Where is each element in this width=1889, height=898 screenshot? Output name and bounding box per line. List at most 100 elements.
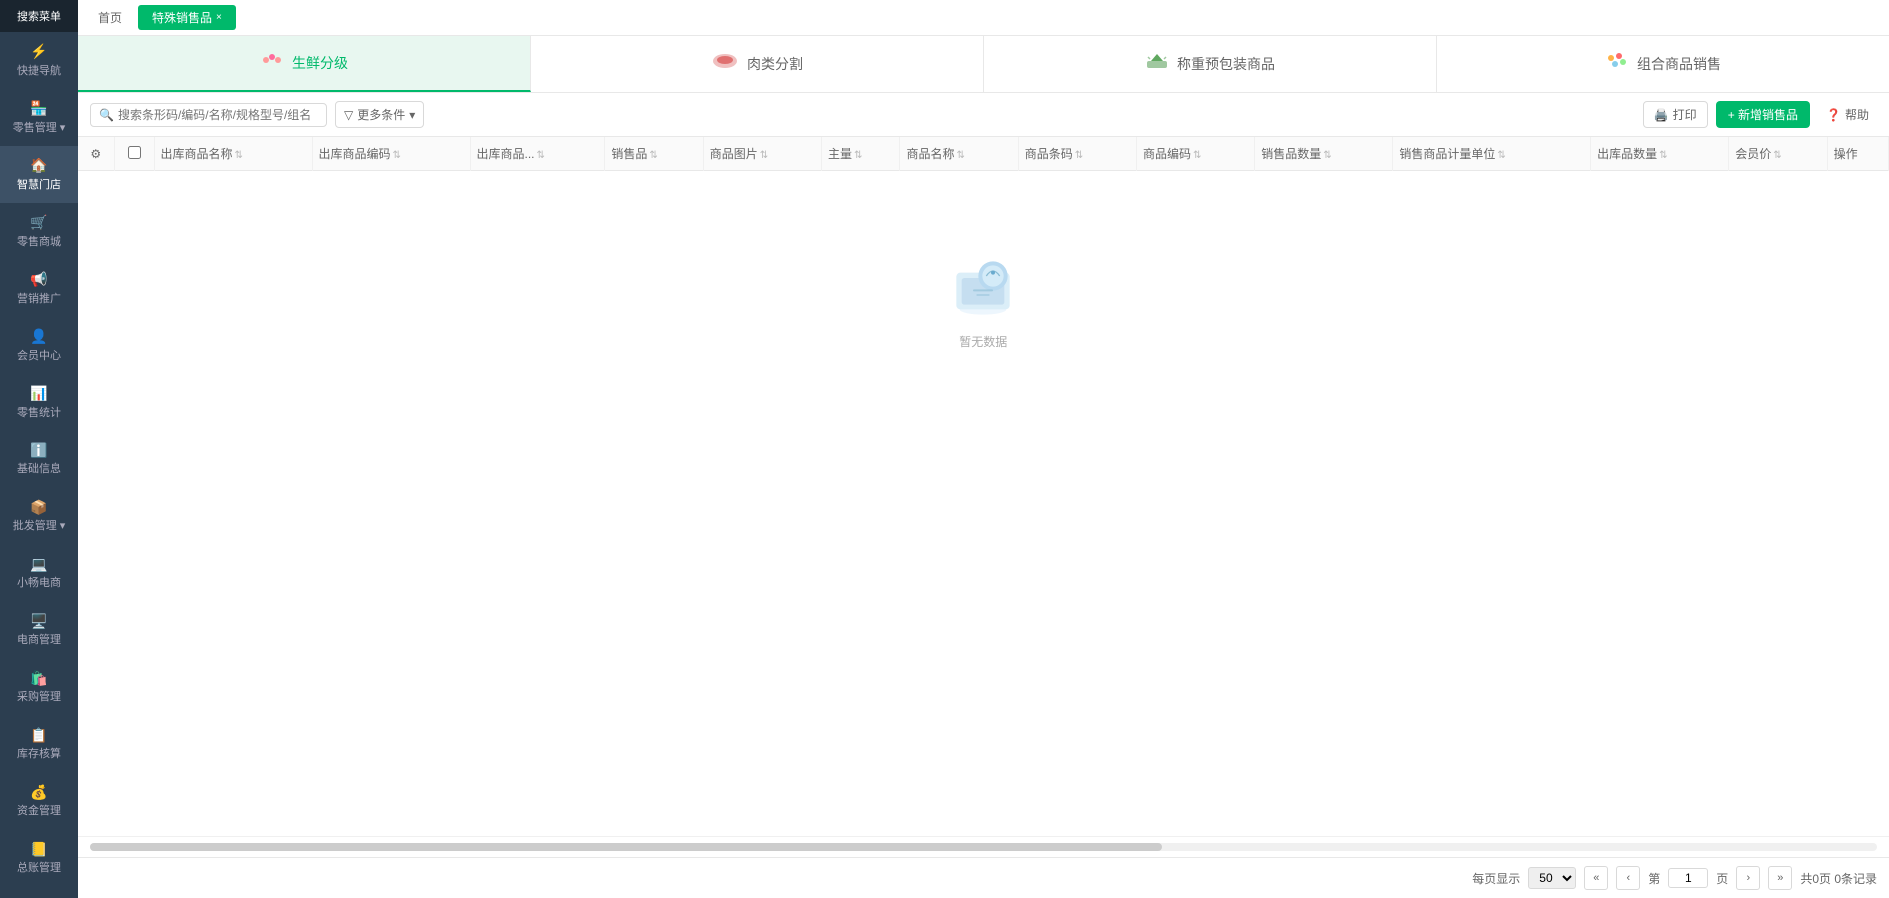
prev-page-button[interactable]: ‹ xyxy=(1616,866,1640,890)
sidebar-item-inventory[interactable]: 📋 库存核算 xyxy=(0,716,78,773)
sidebar-item-purchase[interactable]: 🛍️ 采购管理 xyxy=(0,659,78,716)
sidebar-item-finance[interactable]: 💰 资金管理 xyxy=(0,773,78,830)
search-box[interactable]: 🔍 xyxy=(90,103,327,127)
th-goods-name-label: 商品名称 xyxy=(906,147,954,161)
sidebar-item-basic[interactable]: ℹ️ 基础信息 xyxy=(0,431,78,488)
empty-icon xyxy=(943,251,1023,321)
sort-icon-6: ⇅ xyxy=(956,150,964,161)
sidebar-item-member[interactable]: 👤 会员中心 xyxy=(0,317,78,374)
cat-tab-meat-label: 肉类分割 xyxy=(747,54,803,74)
th-checkbox[interactable] xyxy=(114,137,154,171)
th-main-qty[interactable]: 主量⇅ xyxy=(821,137,900,171)
th-product-code[interactable]: 出库商品编码⇅ xyxy=(312,137,470,171)
th-sale-unit[interactable]: 销售商品计量单位⇅ xyxy=(1393,137,1591,171)
th-sale-qty[interactable]: 销售品数量⇅ xyxy=(1255,137,1393,171)
sidebar-item-smart-store[interactable]: 🏠 智慧门店 xyxy=(0,146,78,203)
th-sale-qty-label: 销售品数量 xyxy=(1261,147,1321,161)
sort-icon-4: ⇅ xyxy=(760,150,768,161)
ledger-icon: 📒 xyxy=(4,840,74,860)
th-member-price[interactable]: 会员价⇅ xyxy=(1729,137,1827,171)
empty-state: 暂无数据 xyxy=(78,171,1889,430)
meat-icon xyxy=(711,51,739,77)
scroll-track xyxy=(90,843,1877,851)
filter-label: 更多条件 xyxy=(357,106,405,123)
th-product-name[interactable]: 出库商品名称⇅ xyxy=(154,137,312,171)
th-action-label: 操作 xyxy=(1834,147,1858,161)
last-page-button[interactable]: » xyxy=(1768,866,1792,890)
weight-icon xyxy=(1145,51,1169,77)
cat-tab-weight[interactable]: 称重预包装商品 xyxy=(984,36,1437,92)
help-button[interactable]: ❓ 帮助 xyxy=(1818,102,1877,127)
mall-icon: 🛒 xyxy=(4,213,74,233)
home-breadcrumb[interactable]: 首页 xyxy=(90,9,130,26)
th-image[interactable]: 商品图片⇅ xyxy=(703,137,821,171)
topbar: 首页 特殊销售品 × xyxy=(78,0,1889,36)
th-sale-unit-label: 销售商品计量单位 xyxy=(1399,147,1495,161)
sort-icon-12: ⇅ xyxy=(1773,150,1781,161)
sidebar-item-marketing[interactable]: 📢 营销推广 xyxy=(0,260,78,317)
basic-icon: ℹ️ xyxy=(4,441,74,461)
sort-icon-5: ⇅ xyxy=(854,150,862,161)
sidebar-item-quick-nav[interactable]: ⚡ 快捷导航 xyxy=(0,32,78,89)
sidebar-item-ledger[interactable]: 📒 总账管理 xyxy=(0,830,78,887)
th-product-name-label: 出库商品名称 xyxy=(161,147,233,161)
th-outbound-qty[interactable]: 出库品数量⇅ xyxy=(1591,137,1729,171)
scroll-thumb xyxy=(90,843,1162,851)
sort-icon-10: ⇅ xyxy=(1497,150,1505,161)
ecommerce-small-icon: 💻 xyxy=(4,555,74,575)
sidebar-item-stats[interactable]: 📊 零售统计 xyxy=(0,374,78,431)
add-product-button[interactable]: + 新增销售品 xyxy=(1716,101,1810,128)
sort-icon-1: ⇅ xyxy=(393,150,401,161)
search-icon: 🔍 xyxy=(99,108,114,122)
th-barcode[interactable]: 商品条码⇅ xyxy=(1018,137,1136,171)
th-barcode-label: 商品条码 xyxy=(1025,147,1073,161)
th-sale-product[interactable]: 销售品⇅ xyxy=(605,137,703,171)
marketing-icon: 📢 xyxy=(4,270,74,290)
sidebar-item-retail[interactable]: 🏪 零售管理 ▾ xyxy=(0,89,78,146)
toolbar-right: 🖨️ 打印 + 新增销售品 ❓ 帮助 xyxy=(1643,101,1877,128)
ecommerce-icon: 🖥️ xyxy=(4,612,74,632)
sidebar-item-invoice[interactable]: 🧾 发票管理 xyxy=(0,887,78,898)
th-product-spec-label: 出库商品... xyxy=(477,147,535,161)
select-all-checkbox[interactable] xyxy=(128,146,141,159)
sidebar-item-ecommerce-small[interactable]: 💻 小畅电商 xyxy=(0,545,78,602)
table-body: 暂无数据 xyxy=(78,171,1889,431)
sidebar-logo[interactable]: 搜索菜单 xyxy=(0,0,78,32)
help-icon: ❓ xyxy=(1826,108,1841,122)
per-page-select[interactable]: 50 xyxy=(1528,867,1576,889)
member-icon: 👤 xyxy=(4,327,74,347)
sidebar-item-ecommerce[interactable]: 🖥️ 电商管理 xyxy=(0,602,78,659)
filter-arrow-icon: ▾ xyxy=(409,108,415,122)
data-table: ⚙ 出库商品名称⇅ 出库商品编码⇅ 出库商品...⇅ 销售品⇅ 商品图片⇅ 主量… xyxy=(78,137,1889,430)
th-goods-code-label: 商品编码 xyxy=(1143,147,1191,161)
th-image-label: 商品图片 xyxy=(710,147,758,161)
page-number-input[interactable] xyxy=(1668,868,1708,888)
page-prefix-label: 第 xyxy=(1648,870,1660,887)
finance-icon: 💰 xyxy=(4,783,74,803)
cat-tab-fresh-label: 生鲜分级 xyxy=(292,53,348,73)
total-label: 共0页 0条记录 xyxy=(1800,870,1877,887)
th-goods-code[interactable]: 商品编码⇅ xyxy=(1136,137,1254,171)
inventory-icon: 📋 xyxy=(4,726,74,746)
th-product-spec[interactable]: 出库商品...⇅ xyxy=(470,137,605,171)
close-tab-button[interactable]: × xyxy=(216,12,222,23)
toolbar: 🔍 ▽ 更多条件 ▾ 🖨️ 打印 + 新增销售品 ❓ xyxy=(78,93,1889,137)
first-page-button[interactable]: « xyxy=(1584,866,1608,890)
cat-tab-fresh[interactable]: 生鲜分级 xyxy=(78,36,531,92)
search-input[interactable] xyxy=(118,108,318,122)
cat-tab-combo[interactable]: 组合商品销售 xyxy=(1437,36,1889,92)
sidebar-item-mall[interactable]: 🛒 零售商城 xyxy=(0,203,78,260)
printer-icon: 🖨️ xyxy=(1654,108,1669,122)
sidebar-item-wholesale[interactable]: 📦 批发管理 ▾ xyxy=(0,488,78,545)
cat-tab-meat[interactable]: 肉类分割 xyxy=(531,36,984,92)
print-button[interactable]: 🖨️ 打印 xyxy=(1643,101,1708,128)
next-page-button[interactable]: › xyxy=(1736,866,1760,890)
th-main-qty-label: 主量 xyxy=(828,147,852,161)
th-outbound-qty-label: 出库品数量 xyxy=(1597,147,1657,161)
active-tab[interactable]: 特殊销售品 × xyxy=(138,5,236,30)
table-wrapper: ⚙ 出库商品名称⇅ 出库商品编码⇅ 出库商品...⇅ 销售品⇅ 商品图片⇅ 主量… xyxy=(78,137,1889,836)
filter-button[interactable]: ▽ 更多条件 ▾ xyxy=(335,101,424,128)
th-settings[interactable]: ⚙ xyxy=(78,137,114,171)
bottom-scrollbar[interactable] xyxy=(78,836,1889,857)
th-goods-name[interactable]: 商品名称⇅ xyxy=(900,137,1018,171)
